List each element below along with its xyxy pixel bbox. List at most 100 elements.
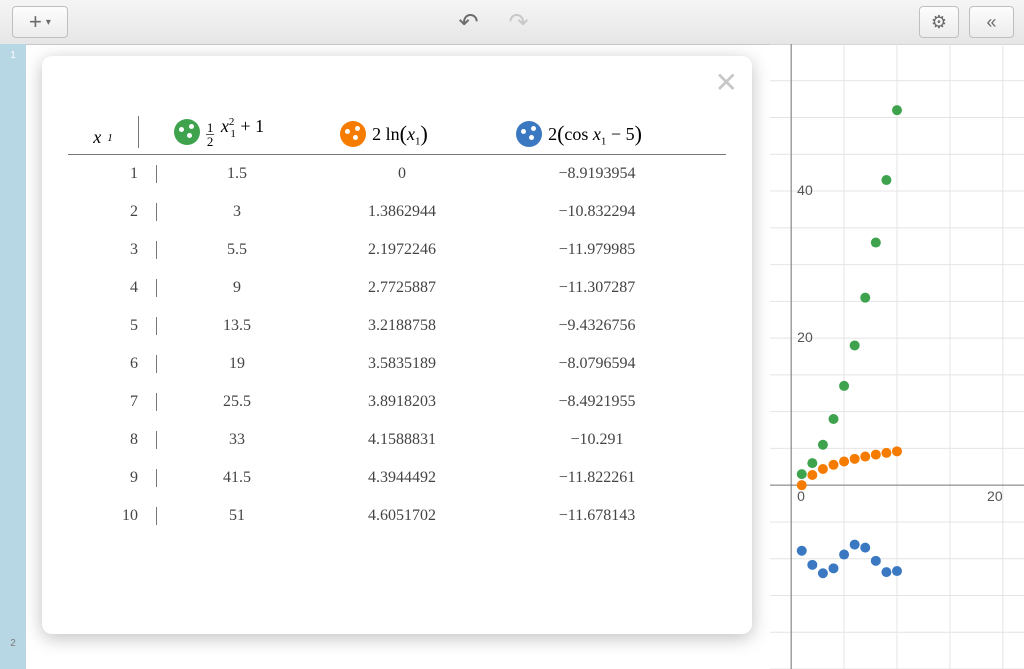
chart-point[interactable] [860, 452, 870, 462]
chart-point[interactable] [850, 540, 860, 550]
table-cell[interactable]: 2.1972246 [317, 241, 487, 259]
table-cell[interactable]: 3 [156, 203, 317, 221]
header-series-c[interactable]: 2(cos x1 − 5) [469, 120, 689, 148]
settings-button[interactable]: ⚙ [919, 6, 959, 38]
table-row: 10514.6051702−11.678143 [68, 497, 726, 535]
y-tick-label: 20 [797, 329, 813, 345]
table-cell[interactable]: 4 [68, 279, 156, 297]
chart-point[interactable] [892, 446, 902, 456]
table-cell[interactable]: 1.3862944 [317, 203, 487, 221]
table-cell[interactable]: 33 [156, 431, 317, 449]
table-cell[interactable]: 5.5 [156, 241, 317, 259]
table-row: 11.50−8.9193954 [68, 155, 726, 193]
table-cell[interactable]: 1.5 [156, 165, 317, 183]
chart-point[interactable] [860, 293, 870, 303]
table-cell[interactable]: −11.822261 [487, 469, 707, 487]
table-cell[interactable]: 13.5 [156, 317, 317, 335]
chart-point[interactable] [829, 460, 839, 470]
chart-point[interactable] [839, 550, 849, 560]
table-cell[interactable]: −11.979985 [487, 241, 707, 259]
close-panel-button[interactable]: ✕ [715, 66, 738, 99]
table-cell[interactable]: 3.2188758 [317, 317, 487, 335]
table-cell[interactable]: 7 [68, 393, 156, 411]
table-row: 231.3862944−10.832294 [68, 193, 726, 231]
collapse-panel-button[interactable]: « [969, 6, 1014, 38]
table-cell[interactable]: −11.678143 [487, 507, 707, 525]
chart-point[interactable] [881, 448, 891, 458]
table-cell[interactable]: 4.6051702 [317, 507, 487, 525]
series-color-icon[interactable] [516, 121, 542, 147]
table-cell[interactable]: −10.832294 [487, 203, 707, 221]
chart-point[interactable] [807, 458, 817, 468]
header-x[interactable]: x1 [68, 127, 138, 148]
table-cell[interactable]: 1 [68, 165, 156, 183]
chart-point[interactable] [839, 381, 849, 391]
table-row: 725.53.8918203−8.4921955 [68, 383, 726, 421]
table-cell[interactable]: 2 [68, 203, 156, 221]
table-cell[interactable]: −11.307287 [487, 279, 707, 297]
header-series-a[interactable]: 12 x21 + 1 [138, 116, 299, 148]
table-cell[interactable]: −8.9193954 [487, 165, 707, 183]
chart-point[interactable] [881, 175, 891, 185]
chart-point[interactable] [871, 450, 881, 460]
add-expression-button[interactable]: + ▾ [12, 6, 68, 38]
table-cell[interactable]: 10 [68, 507, 156, 525]
table-header-row: x1 12 x21 + 1 2 ln(x1) 2(cos x1 − 5) [68, 92, 726, 148]
chart-point[interactable] [818, 568, 828, 578]
y-tick-label: 40 [797, 182, 813, 198]
table-cell[interactable]: 8 [68, 431, 156, 449]
redo-button[interactable]: ↷ [499, 6, 539, 38]
series-color-icon[interactable] [340, 121, 366, 147]
table-cell[interactable]: 41.5 [156, 469, 317, 487]
table-cell[interactable]: 2.7725887 [317, 279, 487, 297]
table-cell[interactable]: −8.4921955 [487, 393, 707, 411]
expression-row-index[interactable]: 1 [0, 44, 26, 61]
table-cell[interactable]: 19 [156, 355, 317, 373]
chart-point[interactable] [807, 560, 817, 570]
chart-point[interactable] [860, 543, 870, 553]
table-cell[interactable]: 0 [317, 165, 487, 183]
chart-point[interactable] [797, 469, 807, 479]
chart-point[interactable] [871, 556, 881, 566]
chevron-down-icon: ▾ [46, 17, 51, 28]
table-cell[interactable]: 9 [156, 279, 317, 297]
table-cell[interactable]: −8.0796594 [487, 355, 707, 373]
chart-point[interactable] [881, 567, 891, 577]
table-cell[interactable]: −9.4326756 [487, 317, 707, 335]
gear-icon: ⚙ [931, 12, 947, 33]
table-cell[interactable]: 3 [68, 241, 156, 259]
table-cell[interactable]: 4.3944492 [317, 469, 487, 487]
chart-point[interactable] [892, 566, 902, 576]
table-row: 941.54.3944492−11.822261 [68, 459, 726, 497]
header-series-b[interactable]: 2 ln(x1) [299, 120, 469, 148]
chart-point[interactable] [797, 546, 807, 556]
table-cell[interactable]: 25.5 [156, 393, 317, 411]
chart-point[interactable] [818, 440, 828, 450]
chart-point[interactable] [850, 454, 860, 464]
chart-point[interactable] [829, 563, 839, 573]
chart-point[interactable] [871, 238, 881, 248]
table-cell[interactable]: 5 [68, 317, 156, 335]
expression-row-index[interactable]: 2 [0, 638, 26, 649]
graph-area[interactable]: 2040020 [770, 44, 1024, 669]
chart-point[interactable] [892, 105, 902, 115]
chart-point[interactable] [850, 340, 860, 350]
chart-point[interactable] [807, 470, 817, 480]
chart-point[interactable] [797, 480, 807, 490]
series-color-icon[interactable] [174, 119, 200, 145]
chart-point[interactable] [829, 414, 839, 424]
chart-point[interactable] [839, 457, 849, 467]
chevron-double-left-icon: « [986, 12, 996, 33]
table-cell[interactable]: 9 [68, 469, 156, 487]
table-cell[interactable]: −10.291 [487, 431, 707, 449]
table-cell[interactable]: 3.5835189 [317, 355, 487, 373]
undo-button[interactable]: ↶ [449, 6, 489, 38]
plus-icon: + [29, 9, 42, 35]
table-cell[interactable]: 4.1588831 [317, 431, 487, 449]
table-row: 35.52.1972246−11.979985 [68, 231, 726, 269]
table-cell[interactable]: 3.8918203 [317, 393, 487, 411]
table-row: 492.7725887−11.307287 [68, 269, 726, 307]
table-cell[interactable]: 6 [68, 355, 156, 373]
table-cell[interactable]: 51 [156, 507, 317, 525]
chart-point[interactable] [818, 464, 828, 474]
